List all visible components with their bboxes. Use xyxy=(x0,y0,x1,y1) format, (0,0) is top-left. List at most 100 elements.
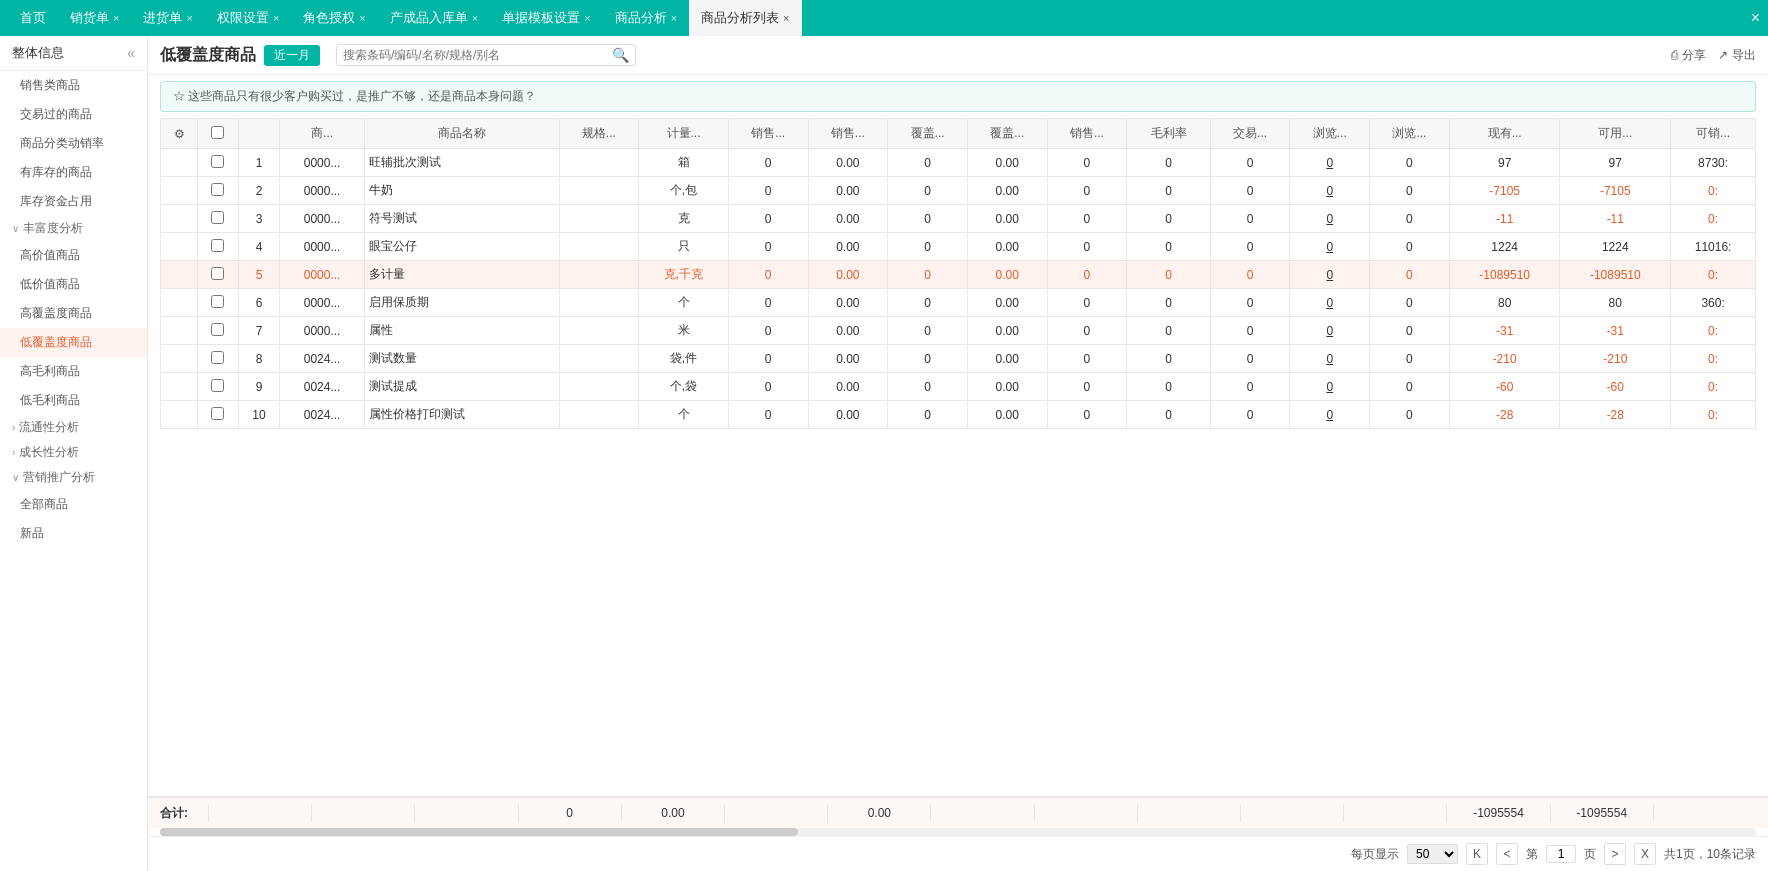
row-gross-margin-1: 0 xyxy=(1127,177,1210,205)
sidebar-item-sales-goods[interactable]: 销售类商品 xyxy=(0,71,147,100)
row-name-7[interactable]: 测试数量 xyxy=(364,345,559,373)
horizontal-scrollbar[interactable] xyxy=(160,828,1756,836)
row-cb-0[interactable] xyxy=(211,155,224,168)
last-page-btn[interactable]: X xyxy=(1634,843,1656,865)
row-checkbox-2[interactable] xyxy=(198,205,239,233)
sidebar-item-high-margin[interactable]: 高毛利商品 xyxy=(0,357,147,386)
row-name-2[interactable]: 符号测试 xyxy=(364,205,559,233)
row-browse1-8[interactable]: 0 xyxy=(1290,373,1370,401)
close-all-tabs[interactable]: × xyxy=(1751,9,1760,27)
row-browse1-5[interactable]: 0 xyxy=(1290,289,1370,317)
next-page-btn[interactable]: > xyxy=(1604,843,1626,865)
row-browse1-6[interactable]: 0 xyxy=(1290,317,1370,345)
page-number-input[interactable] xyxy=(1546,845,1576,863)
sidebar-collapse-btn[interactable]: « xyxy=(127,45,135,61)
sidebar-item-stock-funds[interactable]: 库存资金占用 xyxy=(0,187,147,216)
nav-tab-analysis-list[interactable]: 商品分析列表 × xyxy=(689,0,801,36)
nav-tab-sales[interactable]: 销货单 × xyxy=(58,0,131,36)
row-browse1-4[interactable]: 0 xyxy=(1290,261,1370,289)
sidebar-item-dynamic-sales[interactable]: 商品分类动销率 xyxy=(0,129,147,158)
row-name-8[interactable]: 测试提成 xyxy=(364,373,559,401)
nav-tab-template[interactable]: 单据模板设置 × xyxy=(490,0,602,36)
col-sales-amount: 销售... xyxy=(808,119,888,149)
close-tab-sales[interactable]: × xyxy=(113,12,119,24)
sidebar-item-traded-goods[interactable]: 交易过的商品 xyxy=(0,100,147,129)
row-checkbox-5[interactable] xyxy=(198,289,239,317)
row-num-8: 9 xyxy=(238,373,279,401)
nav-tab-roles[interactable]: 角色授权 × xyxy=(291,0,377,36)
close-tab-products-in[interactable]: × xyxy=(472,12,478,24)
row-cb-9[interactable] xyxy=(211,407,224,420)
export-button[interactable]: ↗ 导出 xyxy=(1718,47,1756,64)
row-cb-6[interactable] xyxy=(211,323,224,336)
row-checkbox-4[interactable] xyxy=(198,261,239,289)
page-title: 低覆盖度商品 xyxy=(160,45,256,66)
row-checkbox-9[interactable] xyxy=(198,401,239,429)
sidebar-item-in-stock[interactable]: 有库存的商品 xyxy=(0,158,147,187)
nav-tab-products-in[interactable]: 产成品入库单 × xyxy=(378,0,490,36)
row-browse1-2[interactable]: 0 xyxy=(1290,205,1370,233)
row-name-1[interactable]: 牛奶 xyxy=(364,177,559,205)
nav-tab-home[interactable]: 首页 xyxy=(8,0,58,36)
row-checkbox-0[interactable] xyxy=(198,149,239,177)
close-tab-analysis[interactable]: × xyxy=(671,12,677,24)
nav-tab-purchase[interactable]: 进货单 × xyxy=(131,0,204,36)
scrollbar-thumb[interactable] xyxy=(160,828,798,836)
row-browse1-7[interactable]: 0 xyxy=(1290,345,1370,373)
row-checkbox-3[interactable] xyxy=(198,233,239,261)
table-container[interactable]: ⚙ 商... 商品名称 规格... 计量... 销售... 销售... 覆盖..… xyxy=(160,118,1756,796)
close-tab-template[interactable]: × xyxy=(584,12,590,24)
row-browse1-9[interactable]: 0 xyxy=(1290,401,1370,429)
search-input[interactable] xyxy=(343,48,612,62)
sidebar-group-marketing[interactable]: ∨ 营销推广分析 xyxy=(0,465,147,490)
sidebar-group-richness[interactable]: ∨ 丰富度分析 xyxy=(0,216,147,241)
nav-tab-analysis[interactable]: 商品分析 × xyxy=(603,0,689,36)
row-checkbox-8[interactable] xyxy=(198,373,239,401)
row-cb-2[interactable] xyxy=(211,211,224,224)
settings-icon[interactable]: ⚙ xyxy=(174,127,185,141)
row-cb-5[interactable] xyxy=(211,295,224,308)
row-cb-8[interactable] xyxy=(211,379,224,392)
sidebar-item-high-coverage[interactable]: 高覆盖度商品 xyxy=(0,299,147,328)
row-checkbox-7[interactable] xyxy=(198,345,239,373)
row-browse1-3[interactable]: 0 xyxy=(1290,233,1370,261)
row-name-4[interactable]: 多计量 xyxy=(364,261,559,289)
sidebar-item-new-goods[interactable]: 新品 xyxy=(0,519,147,548)
row-cb-3[interactable] xyxy=(211,239,224,252)
sidebar-item-all-goods[interactable]: 全部商品 xyxy=(0,490,147,519)
sidebar-item-low-margin[interactable]: 低毛利商品 xyxy=(0,386,147,415)
row-checkbox-6[interactable] xyxy=(198,317,239,345)
sidebar-group-growth[interactable]: › 成长性分析 xyxy=(0,440,147,465)
row-name-6[interactable]: 属性 xyxy=(364,317,559,345)
row-browse1-1[interactable]: 0 xyxy=(1290,177,1370,205)
sidebar-group-flow[interactable]: › 流通性分析 xyxy=(0,415,147,440)
select-all-checkbox[interactable] xyxy=(211,126,224,139)
row-checkbox-1[interactable] xyxy=(198,177,239,205)
filter-recent-month-btn[interactable]: 近一月 xyxy=(264,45,320,66)
row-name-5[interactable]: 启用保质期 xyxy=(364,289,559,317)
row-name-9[interactable]: 属性价格打印测试 xyxy=(364,401,559,429)
prev-page-btn[interactable]: < xyxy=(1496,843,1518,865)
row-browse1-0[interactable]: 0 xyxy=(1290,149,1370,177)
close-tab-permissions[interactable]: × xyxy=(273,12,279,24)
row-cb-4[interactable] xyxy=(211,267,224,280)
row-cb-1[interactable] xyxy=(211,183,224,196)
sidebar-item-high-value[interactable]: 高价值商品 xyxy=(0,241,147,270)
close-tab-analysis-list[interactable]: × xyxy=(783,12,789,24)
row-cb-7[interactable] xyxy=(211,351,224,364)
sidebar-item-low-value[interactable]: 低价值商品 xyxy=(0,270,147,299)
row-name-0[interactable]: 旺辅批次测试 xyxy=(364,149,559,177)
row-unit-8: 个,袋 xyxy=(639,373,729,401)
nav-tab-permissions[interactable]: 权限设置 × xyxy=(205,0,291,36)
row-sellable-5: 360: xyxy=(1671,289,1756,317)
col-settings[interactable]: ⚙ xyxy=(161,119,198,149)
search-icon[interactable]: 🔍 xyxy=(612,47,629,63)
share-button[interactable]: ⎙ 分享 xyxy=(1671,47,1706,64)
first-page-btn[interactable]: K xyxy=(1466,843,1488,865)
close-tab-roles[interactable]: × xyxy=(359,12,365,24)
row-name-3[interactable]: 眼宝公仔 xyxy=(364,233,559,261)
sidebar-item-low-coverage[interactable]: 低覆盖度商品 xyxy=(0,328,147,357)
row-coverage2-3: 0.00 xyxy=(967,233,1047,261)
page-size-select[interactable]: 50 20 100 xyxy=(1407,844,1458,864)
close-tab-purchase[interactable]: × xyxy=(186,12,192,24)
